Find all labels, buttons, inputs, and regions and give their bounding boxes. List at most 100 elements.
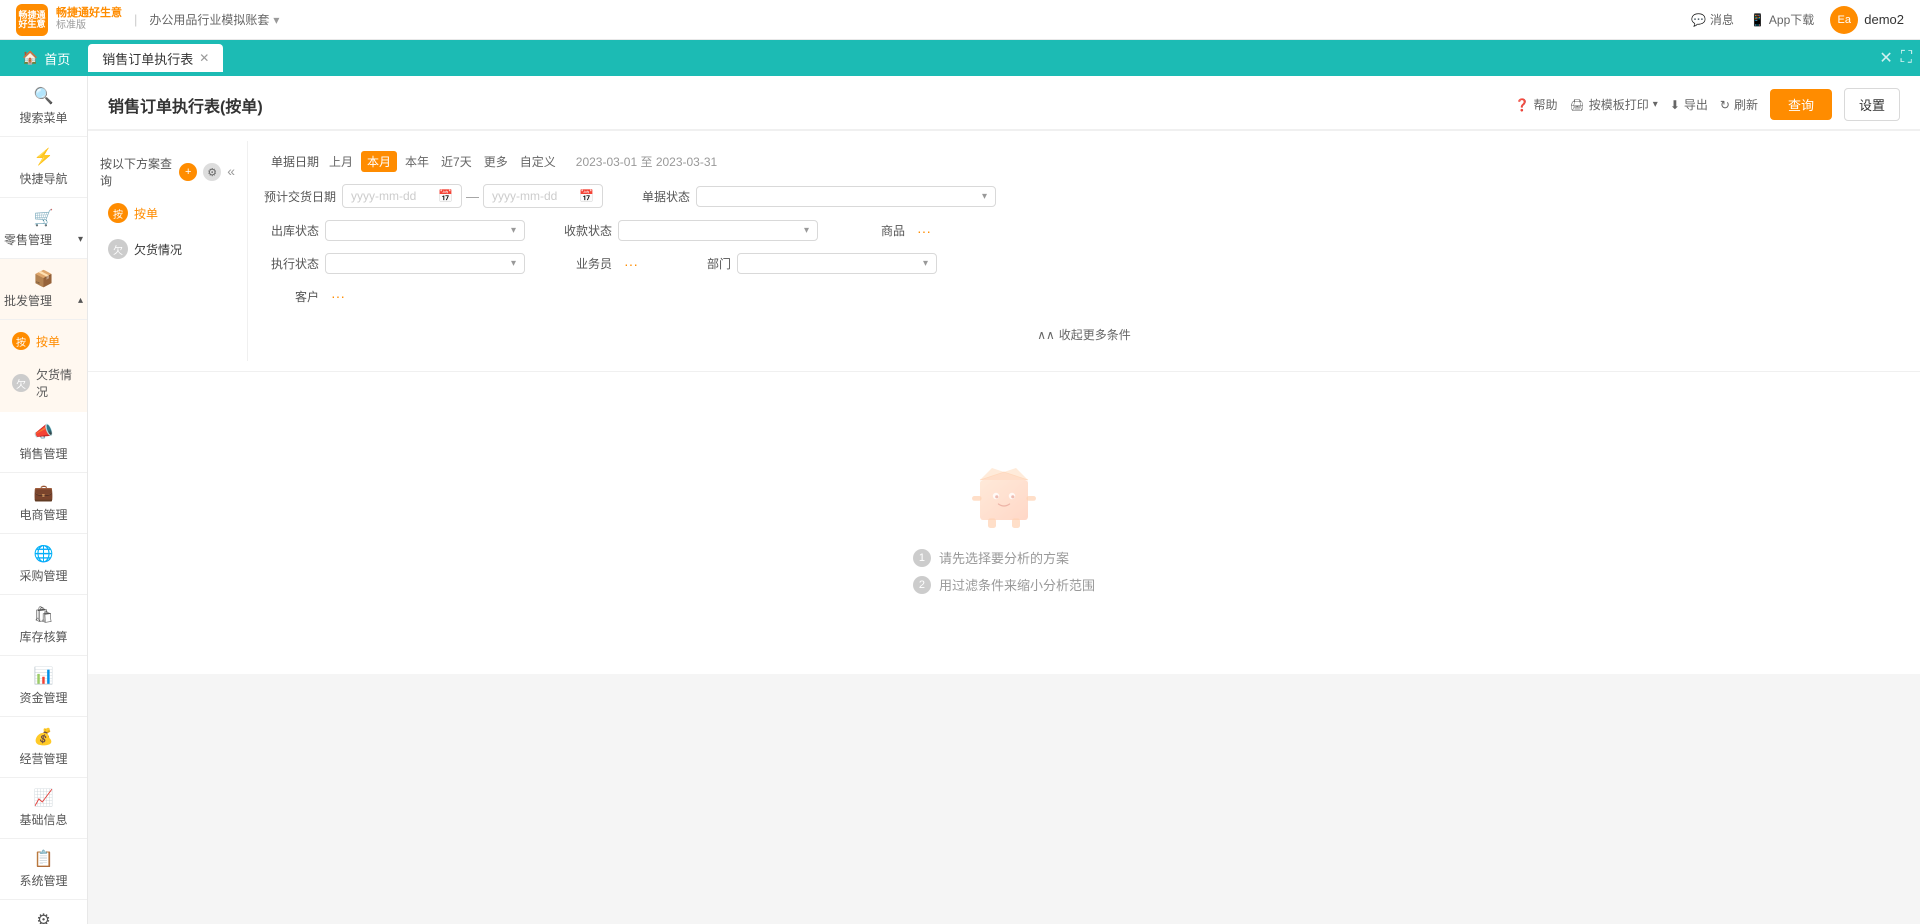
expected-date-to-placeholder: yyyy-mm-dd <box>492 189 557 203</box>
sidebar-item-marketing[interactable]: 📣 销售管理 <box>0 412 87 473</box>
avatar: Ea <box>1830 6 1858 34</box>
sidebar-item-sales[interactable]: 💼 电商管理 <box>0 473 87 534</box>
order-status-select[interactable]: ▾ <box>696 186 996 207</box>
tab-home[interactable]: 🏠 首页 <box>8 44 84 72</box>
plan-item-arrears[interactable]: 欠 欠货情况 <box>88 231 247 267</box>
app-name: 畅捷通好生意 <box>56 7 122 20</box>
plan-item-label: 按单 <box>134 205 158 222</box>
refresh-btn[interactable]: ↻ 刷新 <box>1720 96 1758 113</box>
salesman-dots-btn[interactable]: ··· <box>618 254 644 274</box>
payment-status-label: 收款状态 <box>557 222 612 239</box>
product-dots-btn[interactable]: ··· <box>911 221 937 241</box>
expected-date-from[interactable]: yyyy-mm-dd 📅 <box>342 184 462 208</box>
filter-salesman: 业务员 ··· <box>557 254 644 274</box>
date-tab-this-month[interactable]: 本月 <box>361 151 397 172</box>
calendar-from-icon: 📅 <box>438 189 453 203</box>
sidebar-item-finance[interactable]: 💰 经营管理 <box>0 717 87 778</box>
filter-product: 商品 ··· <box>850 221 937 241</box>
close-tab-icon[interactable]: ✕ <box>199 51 209 65</box>
filter-order-status: 单据状态 ▾ <box>635 186 996 207</box>
settings-plan-btn[interactable]: ⚙ <box>203 163 221 181</box>
calendar-to-icon: 📅 <box>579 189 594 203</box>
ecommerce-icon: 🌐 <box>34 544 54 564</box>
tab-sales-exec[interactable]: 销售订单执行表 ✕ <box>88 44 223 72</box>
help-btn[interactable]: ❓ 帮助 <box>1515 96 1558 113</box>
plan-item-order[interactable]: 按 按单 <box>88 195 247 231</box>
collapse-up-icon: ∧∧ <box>1037 328 1055 342</box>
salesman-label: 业务员 <box>557 255 612 272</box>
sidebar-item-basic-info[interactable]: 📋 系统管理 <box>0 839 87 900</box>
tip-num-2: 2 <box>913 576 931 594</box>
expected-date-to[interactable]: yyyy-mm-dd 📅 <box>483 184 603 208</box>
close-window-icon[interactable]: ✕ <box>1879 48 1892 68</box>
collapse-more-btn[interactable]: ∧∧ 收起更多条件 <box>1037 326 1131 343</box>
filter-sidebar: 按以下方案查询 + ⚙ « 按 按单 欠 欠货情况 <box>88 141 248 361</box>
empty-tip-1: 1 请先选择要分析的方案 <box>913 548 1095 567</box>
refresh-icon: ↻ <box>1720 98 1730 112</box>
sidebar-item-ecommerce[interactable]: 🌐 采购管理 <box>0 534 87 595</box>
chevron-up-icon: ▴ <box>78 295 83 306</box>
filter-customer: 客户 ··· <box>264 286 351 306</box>
inventory-icon: 📊 <box>34 666 54 686</box>
search-icon: 🔍 <box>34 86 54 106</box>
date-tab-more[interactable]: 更多 <box>480 151 512 172</box>
settings-button[interactable]: 设置 <box>1844 88 1900 121</box>
order-status-label: 单据状态 <box>635 188 690 205</box>
system-icon: ⚙ <box>36 910 50 924</box>
sidebar-sub-item-arrears[interactable]: 欠 欠货情况 <box>0 358 87 408</box>
sidebar-item-quick-nav[interactable]: ⚡ 快捷导航 <box>0 137 87 198</box>
tip-num-1: 1 <box>913 549 931 567</box>
delivery-status-select[interactable]: ▾ <box>325 220 525 241</box>
export-btn[interactable]: ⬇ 导出 <box>1670 96 1708 113</box>
app-subtitle: 标准版 <box>56 20 122 32</box>
filter-exec-status: 执行状态 ▾ <box>264 253 525 274</box>
empty-illustration <box>964 452 1044 532</box>
order-status-arrow-icon: ▾ <box>982 191 987 202</box>
sidebar-item-search-menu[interactable]: 🔍 搜索菜单 <box>0 76 87 137</box>
sidebar-sub-item-order[interactable]: 按 按单 <box>0 324 87 358</box>
empty-tips: 1 请先选择要分析的方案 2 用过滤条件来缩小分析范围 <box>913 548 1095 594</box>
content-area: 销售订单执行表(按单) ❓ 帮助 🖨 按模板打印 ▾ ⬇ 导出 <box>88 76 1920 924</box>
filter-order-date: 单据日期 上月 本月 本年 近7天 更多 自定义 <box>264 151 560 172</box>
date-tab-custom[interactable]: 自定义 <box>516 151 560 172</box>
delivery-arrow-icon: ▾ <box>511 225 516 236</box>
date-tab-7days[interactable]: 近7天 <box>437 151 476 172</box>
app-download-btn[interactable]: 📱 App下载 <box>1750 11 1814 28</box>
app-logo: 畅捷通好生意 <box>16 4 48 36</box>
expand-icon[interactable]: ⛶ <box>1901 49 1912 67</box>
sidebar-item-inventory[interactable]: 📊 资金管理 <box>0 656 87 717</box>
sidebar-item-wholesale[interactable]: 📦 批发管理 ▴ <box>0 259 87 320</box>
sidebar-item-purchase[interactable]: 🛍 库存核算 <box>0 595 87 656</box>
user-area[interactable]: Ea demo2 <box>1830 6 1904 34</box>
basic-info-icon: 📋 <box>34 849 54 869</box>
date-range-display: 2023-03-01 至 2023-03-31 <box>576 153 717 170</box>
operations-icon: 📈 <box>34 788 54 808</box>
add-plan-btn[interactable]: + <box>179 163 197 181</box>
department-select[interactable]: ▾ <box>737 253 937 274</box>
order-date-label: 单据日期 <box>264 153 319 170</box>
plan-order-icon: 按 <box>108 203 128 223</box>
finance-icon: 💰 <box>34 727 54 747</box>
exec-status-select[interactable]: ▾ <box>325 253 525 274</box>
collapse-sidebar-icon[interactable]: « <box>227 163 235 181</box>
filter-department: 部门 ▾ <box>676 253 937 274</box>
sales-icon: 💼 <box>34 483 54 503</box>
template-print-btn[interactable]: 🖨 按模板打印 ▾ <box>1570 96 1658 113</box>
date-tab-last-month[interactable]: 上月 <box>325 151 357 172</box>
delivery-status-label: 出库状态 <box>264 222 319 239</box>
username: demo2 <box>1864 12 1904 27</box>
sidebar: 🔍 搜索菜单 ⚡ 快捷导航 🛒 零售管理 ▾ 📦 批发管理 ▴ 按 按单 <box>0 76 88 924</box>
purchase-icon: 🛍 <box>33 605 53 625</box>
payment-status-select[interactable]: ▾ <box>618 220 818 241</box>
sidebar-item-operations[interactable]: 📈 基础信息 <box>0 778 87 839</box>
sidebar-item-system[interactable]: ⚙ 企业协同 <box>0 900 87 924</box>
search-button[interactable]: 查询 <box>1770 89 1832 120</box>
empty-state: 1 请先选择要分析的方案 2 用过滤条件来缩小分析范围 <box>88 372 1920 674</box>
sidebar-item-retail[interactable]: 🛒 零售管理 ▾ <box>0 198 87 259</box>
date-tab-this-year[interactable]: 本年 <box>401 151 433 172</box>
customer-label: 客户 <box>264 288 319 305</box>
message-btn[interactable]: 💬 消息 <box>1691 11 1734 28</box>
expected-date-from-placeholder: yyyy-mm-dd <box>351 189 416 203</box>
customer-dots-btn[interactable]: ··· <box>325 286 351 306</box>
plan-arrears-label: 欠货情况 <box>134 241 182 258</box>
